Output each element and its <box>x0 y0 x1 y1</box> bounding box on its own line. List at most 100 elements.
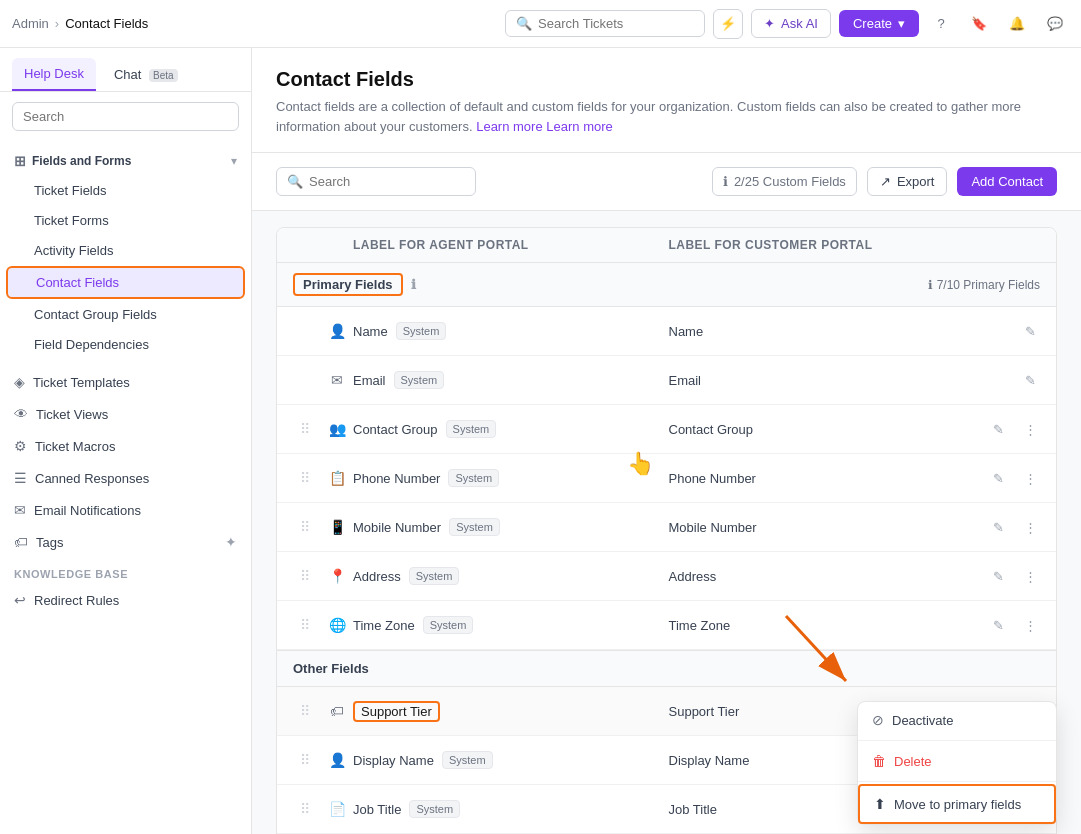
bell-icon[interactable]: 🔔 <box>1003 10 1031 38</box>
field-name: Phone Number <box>353 471 440 486</box>
primary-fields-label-wrap: Primary Fields ℹ <box>293 273 416 296</box>
edit-button[interactable]: ✎ <box>1016 366 1044 394</box>
knowledge-base-section-label: KNOWLEDGE BASE <box>0 558 251 584</box>
ask-ai-label: Ask AI <box>781 16 818 31</box>
sidebar-item-redirect-rules[interactable]: ↩ Redirect Rules <box>0 584 251 616</box>
page-title: Contact Fields <box>276 68 1057 91</box>
more-button[interactable]: ⋮ <box>1016 513 1044 541</box>
edit-button[interactable]: ✎ <box>984 464 1012 492</box>
toolbar-search[interactable]: 🔍 <box>276 167 476 196</box>
sidebar-search[interactable] <box>0 92 251 141</box>
edit-button[interactable]: ✎ <box>984 513 1012 541</box>
sidebar-item-ticket-views[interactable]: 👁 Ticket Views <box>0 398 251 430</box>
sidebar-item-contact-fields[interactable]: Contact Fields <box>6 266 245 299</box>
chat-icon[interactable]: 💬 <box>1041 10 1069 38</box>
bookmark-icon[interactable]: 🔖 <box>965 10 993 38</box>
drag-handle[interactable]: ⠿ <box>289 801 321 817</box>
edit-button[interactable]: ✎ <box>984 562 1012 590</box>
search-tickets-input[interactable] <box>538 16 694 31</box>
row-actions: ✎ ⋮ <box>984 513 1044 541</box>
export-icon: ↗ <box>880 174 891 189</box>
sidebar-item-ticket-forms[interactable]: Ticket Forms <box>6 206 245 235</box>
system-badge: System <box>448 469 499 487</box>
tags-icon: 🏷 <box>14 534 28 550</box>
tab-chat[interactable]: Chat Beta <box>102 59 190 90</box>
field-name-cell: Mobile Number System <box>353 518 669 536</box>
export-button[interactable]: ↗ Export <box>867 167 948 196</box>
sidebar-tabs: Help Desk Chat Beta <box>0 48 251 92</box>
phone-icon: 📋 <box>321 470 353 486</box>
tab-helpdesk[interactable]: Help Desk <box>12 58 96 91</box>
sidebar-item-email-notifications[interactable]: ✉ Email Notifications <box>0 494 251 526</box>
drag-handle[interactable]: ⠿ <box>289 752 321 768</box>
field-name: Address <box>353 569 401 584</box>
drag-handle[interactable]: ⠿ <box>289 470 321 486</box>
row-actions: ✎ ⋮ <box>984 562 1044 590</box>
ticket-forms-label: Ticket Forms <box>34 213 109 228</box>
more-button[interactable]: ⋮ <box>1016 611 1044 639</box>
toolbar-search-input[interactable] <box>309 174 465 189</box>
move-primary-menu-item[interactable]: ⬆ Move to primary fields <box>858 784 1056 824</box>
table-wrap: Label for Agent Portal Label for Custome… <box>252 211 1081 834</box>
row-actions: ✎ <box>984 317 1044 345</box>
count-info-icon: ℹ <box>928 278 933 292</box>
drag-handle[interactable]: ⠿ <box>289 421 321 437</box>
sidebar-item-ticket-fields[interactable]: Ticket Fields <box>6 176 245 205</box>
more-button[interactable]: ⋮ <box>1016 562 1044 590</box>
help-icon[interactable]: ? <box>927 10 955 38</box>
field-name: Mobile Number <box>353 520 441 535</box>
breadcrumb-admin[interactable]: Admin <box>12 16 49 31</box>
field-name-cell: Contact Group System <box>353 420 669 438</box>
filter-button[interactable]: ⚡ <box>713 9 743 39</box>
drag-handle[interactable]: ⠿ <box>289 703 321 719</box>
more-button[interactable]: ⋮ <box>1016 464 1044 492</box>
primary-fields-count: ℹ 7/10 Primary Fields <box>928 278 1040 292</box>
field-name-cell: Job Title System <box>353 800 669 818</box>
main-content: Contact Fields Contact fields are a coll… <box>252 48 1081 834</box>
delete-menu-item[interactable]: 🗑 Delete <box>858 743 1056 779</box>
add-contact-button[interactable]: Add Contact <box>957 167 1057 196</box>
primary-fields-label: Primary Fields <box>293 273 403 296</box>
field-label: Mobile Number <box>669 520 985 535</box>
learn-more-link[interactable]: Learn more <box>476 119 542 134</box>
drag-handle[interactable]: ⠿ <box>289 617 321 633</box>
col-agent-portal: Label for Agent Portal <box>353 238 669 252</box>
field-name-cell: Address System <box>353 567 669 585</box>
sidebar-item-canned-responses[interactable]: ☰ Canned Responses <box>0 462 251 494</box>
row-actions: ✎ ⋮ <box>984 464 1044 492</box>
sidebar-item-field-dependencies[interactable]: Field Dependencies <box>6 330 245 359</box>
primary-fields-section-header: Primary Fields ℹ ℹ 7/10 Primary Fields <box>277 263 1056 307</box>
field-name-cell: Email System <box>353 371 669 389</box>
edit-button[interactable]: ✎ <box>984 415 1012 443</box>
edit-button[interactable]: ✎ <box>1016 317 1044 345</box>
tag-icon: 🏷 <box>321 703 353 719</box>
sidebar-section-fields-forms: ⊞ Fields and Forms ▾ Ticket Fields Ticke… <box>0 141 251 366</box>
drag-handle[interactable]: ⠿ <box>289 519 321 535</box>
more-button[interactable]: ⋮ <box>1016 415 1044 443</box>
filter-icon: ⚡ <box>720 16 736 31</box>
sidebar-item-ticket-macros[interactable]: ⚙ Ticket Macros <box>0 430 251 462</box>
ticket-templates-icon: ◈ <box>14 374 25 390</box>
table-row: ⠿ 📱 Mobile Number System Mobile Number ✎… <box>277 503 1056 552</box>
create-button[interactable]: Create ▾ <box>839 10 919 37</box>
system-badge: System <box>396 322 447 340</box>
sidebar-item-contact-group-fields[interactable]: Contact Group Fields <box>6 300 245 329</box>
sidebar-item-ticket-templates[interactable]: ◈ Ticket Templates <box>0 366 251 398</box>
tags-action-icon[interactable]: ✦ <box>225 534 237 550</box>
drag-handle[interactable]: ⠿ <box>289 568 321 584</box>
context-menu: ⊘ Deactivate 🗑 Delete ⬆ Move to primary … <box>857 701 1057 825</box>
sidebar-search-input[interactable] <box>12 102 239 131</box>
deactivate-menu-item[interactable]: ⊘ Deactivate <box>858 702 1056 738</box>
search-tickets-wrap[interactable]: 🔍 <box>505 10 705 37</box>
breadcrumb-current: Contact Fields <box>65 16 148 31</box>
create-label: Create <box>853 16 892 31</box>
edit-button[interactable]: ✎ <box>984 611 1012 639</box>
sidebar-item-activity-fields[interactable]: Activity Fields <box>6 236 245 265</box>
move-up-icon: ⬆ <box>874 796 886 812</box>
sidebar-section-header-fields[interactable]: ⊞ Fields and Forms ▾ <box>0 147 251 175</box>
sidebar-item-tags[interactable]: 🏷 Tags ✦ <box>0 526 251 558</box>
table-row: ⠿ 📋 Phone Number System Phone Number ✎ ⋮ <box>277 454 1056 503</box>
field-name: Display Name <box>353 753 434 768</box>
ask-ai-button[interactable]: ✦ Ask AI <box>751 9 831 38</box>
table-row: ⠿ 📍 Address System Address ✎ ⋮ <box>277 552 1056 601</box>
